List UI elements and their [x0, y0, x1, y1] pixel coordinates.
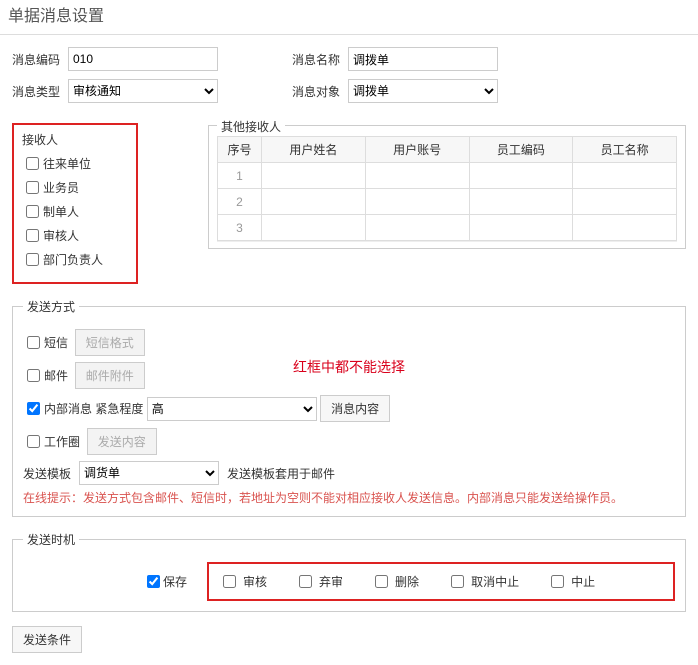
send-timing-box: 发送时机 保存 审核 弃审 删除 取消中止 中止 — [12, 531, 686, 612]
cell[interactable] — [469, 163, 573, 189]
cell-seq: 3 — [218, 215, 262, 241]
internal-label: 内部消息 — [44, 400, 92, 417]
timing-checkbox[interactable] — [223, 575, 236, 588]
target-label: 消息对象 — [292, 83, 348, 100]
code-input[interactable] — [68, 47, 218, 71]
workgroup-label: 工作圈 — [44, 433, 80, 450]
timing-checkbox[interactable] — [551, 575, 564, 588]
recipient-checkbox[interactable] — [26, 229, 39, 242]
workgroup-content-button: 发送内容 — [87, 428, 157, 455]
cell[interactable] — [365, 189, 469, 215]
template-note: 发送模板套用于邮件 — [227, 465, 335, 482]
timing-label: 取消中止 — [471, 573, 519, 590]
recipient-label: 制单人 — [43, 203, 79, 220]
template-select[interactable]: 调货单 — [79, 461, 219, 485]
recipient-checkbox[interactable] — [26, 205, 39, 218]
other-recipients-box: 其他接收人 序号 用户姓名 用户账号 员工编码 员工名称 — [208, 125, 686, 249]
col-empcode: 员工编码 — [469, 137, 573, 163]
timing-checkbox[interactable] — [451, 575, 464, 588]
type-select[interactable]: 审核通知 — [68, 79, 218, 103]
cell-seq: 1 — [218, 163, 262, 189]
send-warning-text: 在线提示：发送方式包含邮件、短信时，若地址为空则不能对相应接收人发送信息。内部消… — [23, 489, 675, 506]
name-label: 消息名称 — [292, 51, 348, 68]
sms-checkbox[interactable] — [27, 336, 40, 349]
save-checkbox[interactable] — [147, 575, 160, 588]
cell[interactable] — [365, 215, 469, 241]
cell[interactable] — [365, 163, 469, 189]
timing-red-frame: 审核 弃审 删除 取消中止 中止 — [207, 562, 675, 601]
red-note-text: 红框中都不能选择 — [293, 357, 405, 377]
col-username: 用户姓名 — [262, 137, 366, 163]
cell[interactable] — [573, 163, 677, 189]
cell[interactable] — [262, 189, 366, 215]
timing-label: 中止 — [571, 573, 595, 590]
save-label: 保存 — [163, 573, 187, 590]
mail-attach-button: 邮件附件 — [75, 362, 145, 389]
type-label: 消息类型 — [12, 83, 68, 100]
internal-checkbox[interactable] — [27, 402, 40, 415]
recipient-label: 往来单位 — [43, 155, 91, 172]
recipient-label: 部门负责人 — [43, 251, 103, 268]
cell[interactable] — [573, 215, 677, 241]
sms-label: 短信 — [44, 334, 68, 351]
sms-format-button: 短信格式 — [75, 329, 145, 356]
cell[interactable] — [262, 163, 366, 189]
col-seq: 序号 — [218, 137, 262, 163]
mail-label: 邮件 — [44, 367, 68, 384]
recipient-checkbox[interactable] — [26, 253, 39, 266]
send-timing-legend: 发送时机 — [23, 531, 79, 548]
workgroup-checkbox[interactable] — [27, 435, 40, 448]
send-methods-legend: 发送方式 — [23, 298, 79, 315]
col-account: 用户账号 — [365, 137, 469, 163]
timing-label: 弃审 — [319, 573, 343, 590]
recipients-box: 接收人 往来单位 业务员 制单人 审核人 部门负责人 — [12, 123, 138, 284]
recipient-checkbox[interactable] — [26, 157, 39, 170]
cell[interactable] — [573, 189, 677, 215]
other-recipients-grid-wrap[interactable]: 序号 用户姓名 用户账号 员工编码 员工名称 1 — [217, 136, 677, 242]
table-header-row: 序号 用户姓名 用户账号 员工编码 员工名称 — [218, 137, 677, 163]
mail-checkbox[interactable] — [27, 369, 40, 382]
timing-label: 删除 — [395, 573, 419, 590]
col-empname: 员工名称 — [573, 137, 677, 163]
template-label: 发送模板 — [23, 465, 71, 482]
code-label: 消息编码 — [12, 51, 68, 68]
name-input[interactable] — [348, 47, 498, 71]
page-title: 单据消息设置 — [0, 0, 698, 35]
recipient-label: 业务员 — [43, 179, 79, 196]
cell[interactable] — [262, 215, 366, 241]
target-select[interactable]: 调拨单 — [348, 79, 498, 103]
table-row[interactable]: 2 — [218, 189, 677, 215]
cell[interactable] — [469, 215, 573, 241]
urgency-select[interactable]: 高 — [147, 397, 317, 421]
urgency-label: 紧急程度 — [95, 400, 143, 417]
timing-checkbox[interactable] — [375, 575, 388, 588]
timing-checkbox[interactable] — [299, 575, 312, 588]
cell[interactable] — [469, 189, 573, 215]
recipient-checkbox[interactable] — [26, 181, 39, 194]
send-condition-button[interactable]: 发送条件 — [12, 626, 82, 653]
recipient-label: 审核人 — [43, 227, 79, 244]
table-row[interactable]: 1 — [218, 163, 677, 189]
other-recipients-legend: 其他接收人 — [217, 118, 285, 135]
msg-content-button[interactable]: 消息内容 — [320, 395, 390, 422]
table-row[interactable]: 3 — [218, 215, 677, 241]
recipients-legend: 接收人 — [22, 131, 128, 148]
timing-label: 审核 — [243, 573, 267, 590]
send-methods-box: 发送方式 红框中都不能选择 短信 短信格式 邮件 邮件附件 内部消息 紧急程度 … — [12, 298, 686, 517]
cell-seq: 2 — [218, 189, 262, 215]
other-recipients-table: 序号 用户姓名 用户账号 员工编码 员工名称 1 — [217, 136, 677, 241]
